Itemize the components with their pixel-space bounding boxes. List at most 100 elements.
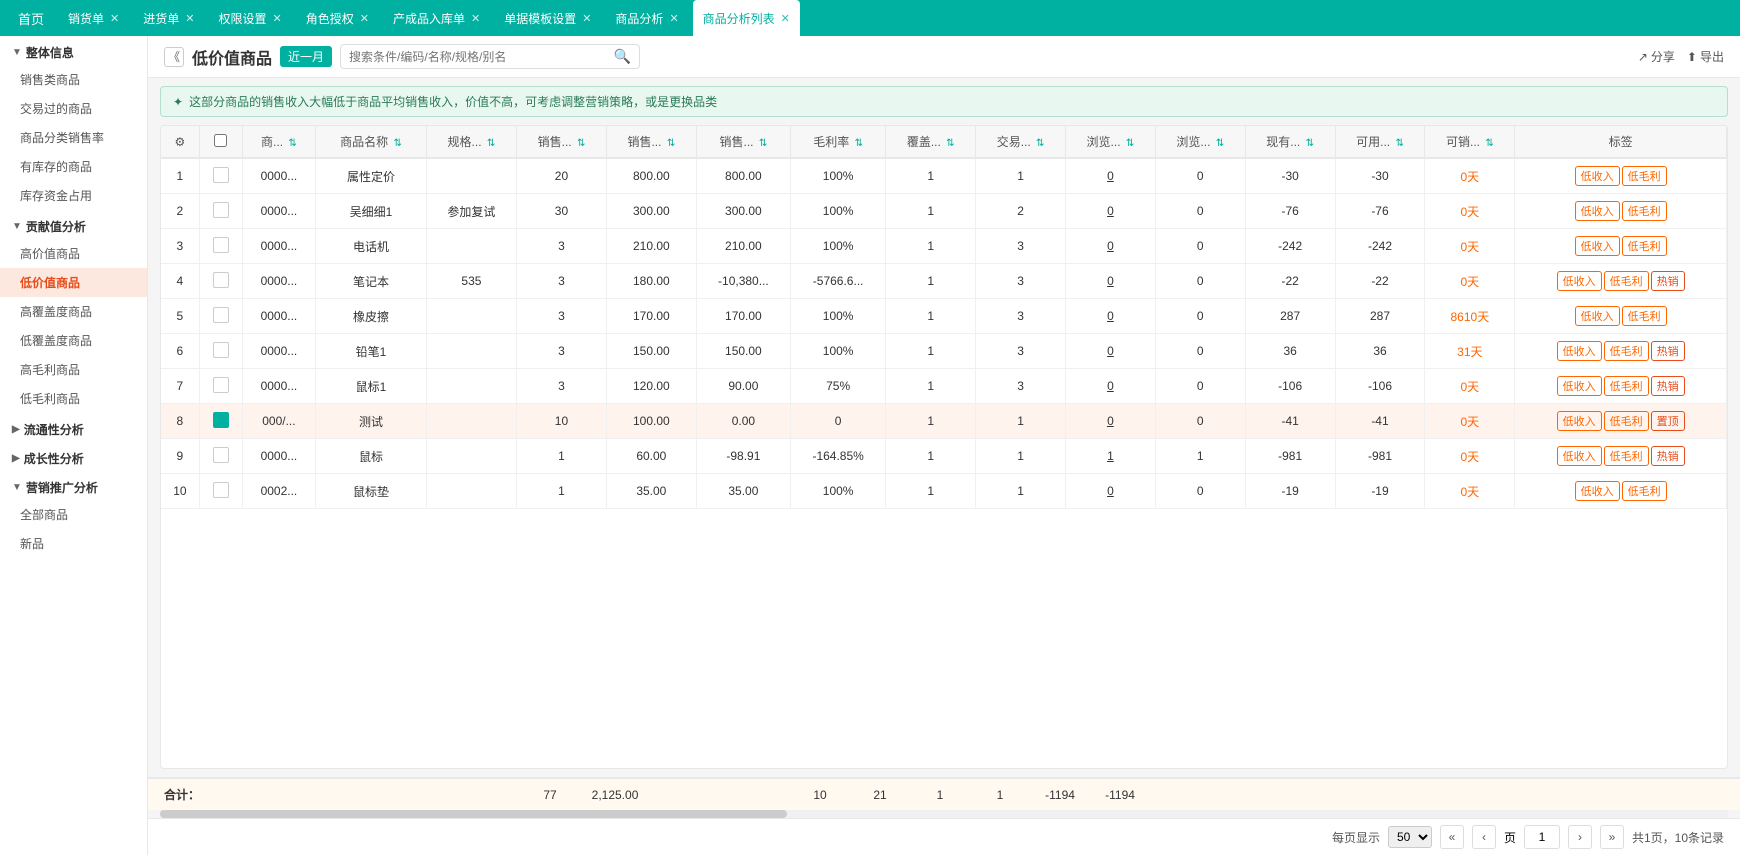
row-checkbox[interactable] xyxy=(213,237,229,253)
row-sales1: 800.00 xyxy=(606,158,696,194)
row-checkbox[interactable] xyxy=(213,307,229,323)
sidebar-group-growth[interactable]: ▶ 成长性分析 xyxy=(0,442,147,471)
row-margin: -164.85% xyxy=(791,439,886,474)
horizontal-scrollbar[interactable] xyxy=(160,810,1728,818)
row-qty: 1 xyxy=(517,439,607,474)
row-browse1[interactable]: 0 xyxy=(1065,158,1155,194)
row-browse1[interactable]: 0 xyxy=(1065,229,1155,264)
prev-page-button[interactable]: ‹ xyxy=(1472,825,1496,849)
row-name: 铅笔1 xyxy=(316,334,427,369)
tag: 低收入 xyxy=(1575,236,1620,256)
col-settings[interactable]: ⚙ xyxy=(161,126,199,158)
row-day: 0天 xyxy=(1425,404,1515,439)
row-day: 31天 xyxy=(1425,334,1515,369)
page-input[interactable] xyxy=(1524,825,1560,849)
total-browse2: 1 xyxy=(970,788,1030,802)
sidebar-item-high-value[interactable]: 高价值商品 xyxy=(0,239,147,268)
row-spec xyxy=(426,158,516,194)
row-browse1[interactable]: 0 xyxy=(1065,194,1155,229)
row-sales2: 210.00 xyxy=(696,229,790,264)
close-sales-icon[interactable]: ✕ xyxy=(110,12,119,25)
close-purchase-icon[interactable]: ✕ xyxy=(185,12,194,25)
collapse-sidebar-button[interactable]: 《 xyxy=(164,47,184,67)
nav-role[interactable]: 角色授权 ✕ xyxy=(296,0,379,36)
row-name: 鼠标1 xyxy=(316,369,427,404)
total-label: 合计： xyxy=(164,786,200,803)
sidebar-item-stock-capital[interactable]: 库存资金占用 xyxy=(0,181,147,210)
sidebar-group-marketing[interactable]: ▼ 营销推广分析 xyxy=(0,471,147,500)
row-coverage: 1 xyxy=(886,474,976,509)
sidebar-item-new-products[interactable]: 新品 xyxy=(0,529,147,558)
select-all-checkbox[interactable] xyxy=(214,134,227,147)
per-page-select[interactable]: 50 xyxy=(1388,826,1432,848)
row-no: 2 xyxy=(161,194,199,229)
sidebar-group-contribution[interactable]: ▼ 贡献值分析 xyxy=(0,210,147,239)
nav-purchase[interactable]: 进货单 ✕ xyxy=(133,0,204,36)
row-spec: 参加复试 xyxy=(426,194,516,229)
row-browse1[interactable]: 0 xyxy=(1065,264,1155,299)
sidebar-item-all-products[interactable]: 全部商品 xyxy=(0,500,147,529)
nav-product-in[interactable]: 产成品入库单 ✕ xyxy=(383,0,490,36)
row-spec xyxy=(426,334,516,369)
row-checkbox-cell xyxy=(199,264,242,299)
sidebar-item-traded-products[interactable]: 交易过的商品 xyxy=(0,94,147,123)
total-margin xyxy=(720,788,790,802)
nav-template[interactable]: 单据模板设置 ✕ xyxy=(494,0,601,36)
row-checkbox[interactable] xyxy=(213,447,229,463)
first-page-button[interactable]: « xyxy=(1440,825,1464,849)
row-sales1: 180.00 xyxy=(606,264,696,299)
search-icon[interactable]: 🔍 xyxy=(614,48,631,65)
nav-permission[interactable]: 权限设置 ✕ xyxy=(208,0,291,36)
close-template-icon[interactable]: ✕ xyxy=(582,12,591,25)
close-list-icon[interactable]: ✕ xyxy=(781,12,790,25)
row-checkbox[interactable] xyxy=(213,377,229,393)
close-product-in-icon[interactable]: ✕ xyxy=(471,12,480,25)
table-row: 2 0000... 吴细细1 参加复试 30 300.00 300.00 100… xyxy=(161,194,1727,229)
nav-sales[interactable]: 销货单 ✕ xyxy=(58,0,129,36)
row-checkbox[interactable] xyxy=(213,342,229,358)
share-button[interactable]: ↗ 分享 xyxy=(1638,48,1675,65)
table-row: 5 0000... 橡皮擦 3 170.00 170.00 100% 1 3 0… xyxy=(161,299,1727,334)
sidebar-group-liquidity[interactable]: ▶ 流通性分析 xyxy=(0,413,147,442)
date-tag[interactable]: 近一月 xyxy=(280,46,332,67)
sidebar-item-stock-products[interactable]: 有库存的商品 xyxy=(0,152,147,181)
row-checkbox[interactable] xyxy=(213,202,229,218)
close-product-analysis-icon[interactable]: ✕ xyxy=(669,12,678,25)
nav-product-analysis-list[interactable]: 商品分析列表 ✕ xyxy=(693,0,800,36)
total-browse1: 1 xyxy=(910,788,970,802)
row-checkbox[interactable] xyxy=(213,482,229,498)
sidebar-item-high-margin[interactable]: 高毛利商品 xyxy=(0,355,147,384)
nav-home[interactable]: 首页 xyxy=(8,0,54,36)
row-browse1[interactable]: 0 xyxy=(1065,299,1155,334)
sidebar-item-low-margin[interactable]: 低毛利商品 xyxy=(0,384,147,413)
table-row: 8 000/... 测试 10 100.00 0.00 0 1 1 0 0 -4… xyxy=(161,404,1727,439)
next-page-button[interactable]: › xyxy=(1568,825,1592,849)
nav-product-analysis[interactable]: 商品分析 ✕ xyxy=(605,0,688,36)
row-available: -981 xyxy=(1335,439,1425,474)
row-browse1[interactable]: 0 xyxy=(1065,474,1155,509)
tag: 热销 xyxy=(1651,446,1685,466)
row-browse1[interactable]: 0 xyxy=(1065,404,1155,439)
sidebar-item-category-sales-rate[interactable]: 商品分类销售率 xyxy=(0,123,147,152)
scrollbar-thumb[interactable] xyxy=(160,810,787,818)
arrow-contribution-icon: ▼ xyxy=(12,221,22,232)
close-permission-icon[interactable]: ✕ xyxy=(273,12,282,25)
export-button[interactable]: ⬆ 导出 xyxy=(1687,48,1724,65)
sidebar-item-low-value[interactable]: 低价值商品 xyxy=(0,268,147,297)
row-browse1[interactable]: 0 xyxy=(1065,334,1155,369)
sidebar-item-sales-products[interactable]: 销售类商品 xyxy=(0,65,147,94)
sidebar-group-overall[interactable]: ▼ 整体信息 xyxy=(0,36,147,65)
row-browse1[interactable]: 0 xyxy=(1065,369,1155,404)
row-checkbox[interactable] xyxy=(213,272,229,288)
row-checkbox[interactable] xyxy=(213,167,229,183)
last-page-button[interactable]: » xyxy=(1600,825,1624,849)
row-code: 0000... xyxy=(242,158,316,194)
table-footer: 合计： 77 2,125.00 10 21 1 1 -1194 -1194 xyxy=(148,777,1740,810)
row-no: 7 xyxy=(161,369,199,404)
sidebar-item-high-coverage[interactable]: 高覆盖度商品 xyxy=(0,297,147,326)
close-role-icon[interactable]: ✕ xyxy=(360,12,369,25)
sidebar-item-low-coverage[interactable]: 低覆盖度商品 xyxy=(0,326,147,355)
row-checkbox[interactable] xyxy=(213,412,229,428)
search-input[interactable] xyxy=(349,50,614,64)
row-browse1[interactable]: 1 xyxy=(1065,439,1155,474)
